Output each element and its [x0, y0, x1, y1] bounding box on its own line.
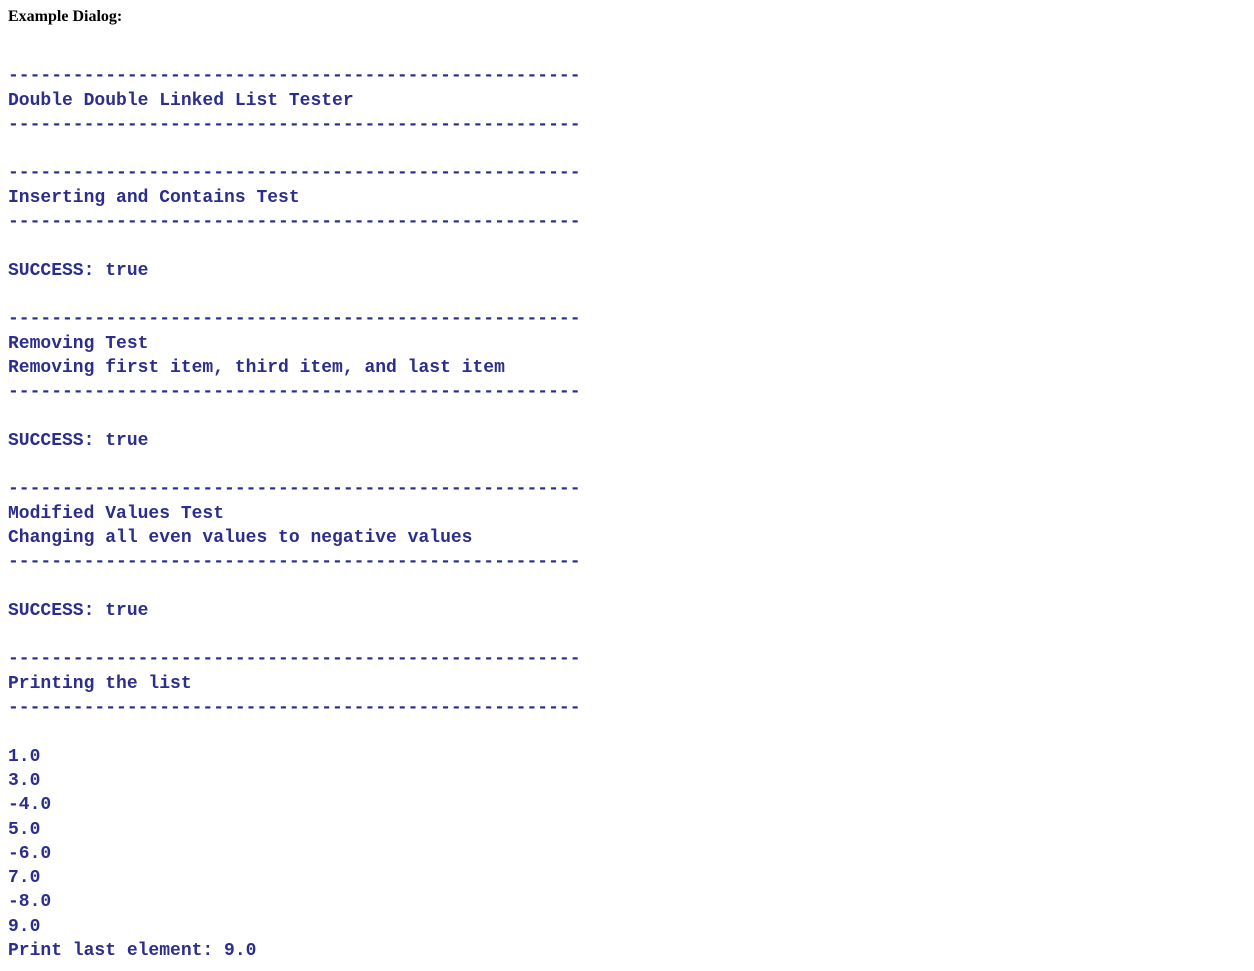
- terminal-output: ----------------------------------------…: [8, 40, 1254, 963]
- list-value: -4.0: [8, 795, 51, 815]
- last-element-line: Print last element: 9.0: [8, 941, 256, 961]
- divider: ----------------------------------------…: [8, 309, 581, 329]
- list-value: 3.0: [8, 771, 40, 791]
- divider: ----------------------------------------…: [8, 163, 581, 183]
- divider: ----------------------------------------…: [8, 115, 581, 135]
- example-dialog-heading: Example Dialog:: [8, 8, 1254, 26]
- divider: ----------------------------------------…: [8, 649, 581, 669]
- removing-test-title: Removing Test: [8, 334, 148, 354]
- modified-title: Modified Values Test: [8, 504, 224, 524]
- list-value: 5.0: [8, 820, 40, 840]
- divider: ----------------------------------------…: [8, 212, 581, 232]
- list-value: 7.0: [8, 868, 40, 888]
- title-line: Double Double Linked List Tester: [8, 91, 354, 111]
- insert-test-title: Inserting and Contains Test: [8, 188, 300, 208]
- divider: ----------------------------------------…: [8, 698, 581, 718]
- divider: ----------------------------------------…: [8, 479, 581, 499]
- list-value: 1.0: [8, 747, 40, 767]
- modified-subtitle: Changing all even values to negative val…: [8, 528, 472, 548]
- success-line: SUCCESS: true: [8, 431, 148, 451]
- success-line: SUCCESS: true: [8, 601, 148, 621]
- divider: ----------------------------------------…: [8, 382, 581, 402]
- list-value: -6.0: [8, 844, 51, 864]
- printing-title: Printing the list: [8, 674, 192, 694]
- success-line: SUCCESS: true: [8, 261, 148, 281]
- divider: ----------------------------------------…: [8, 66, 581, 86]
- list-value: 9.0: [8, 917, 40, 937]
- divider: ----------------------------------------…: [8, 552, 581, 572]
- removing-test-subtitle: Removing first item, third item, and las…: [8, 358, 505, 378]
- list-value: -8.0: [8, 892, 51, 912]
